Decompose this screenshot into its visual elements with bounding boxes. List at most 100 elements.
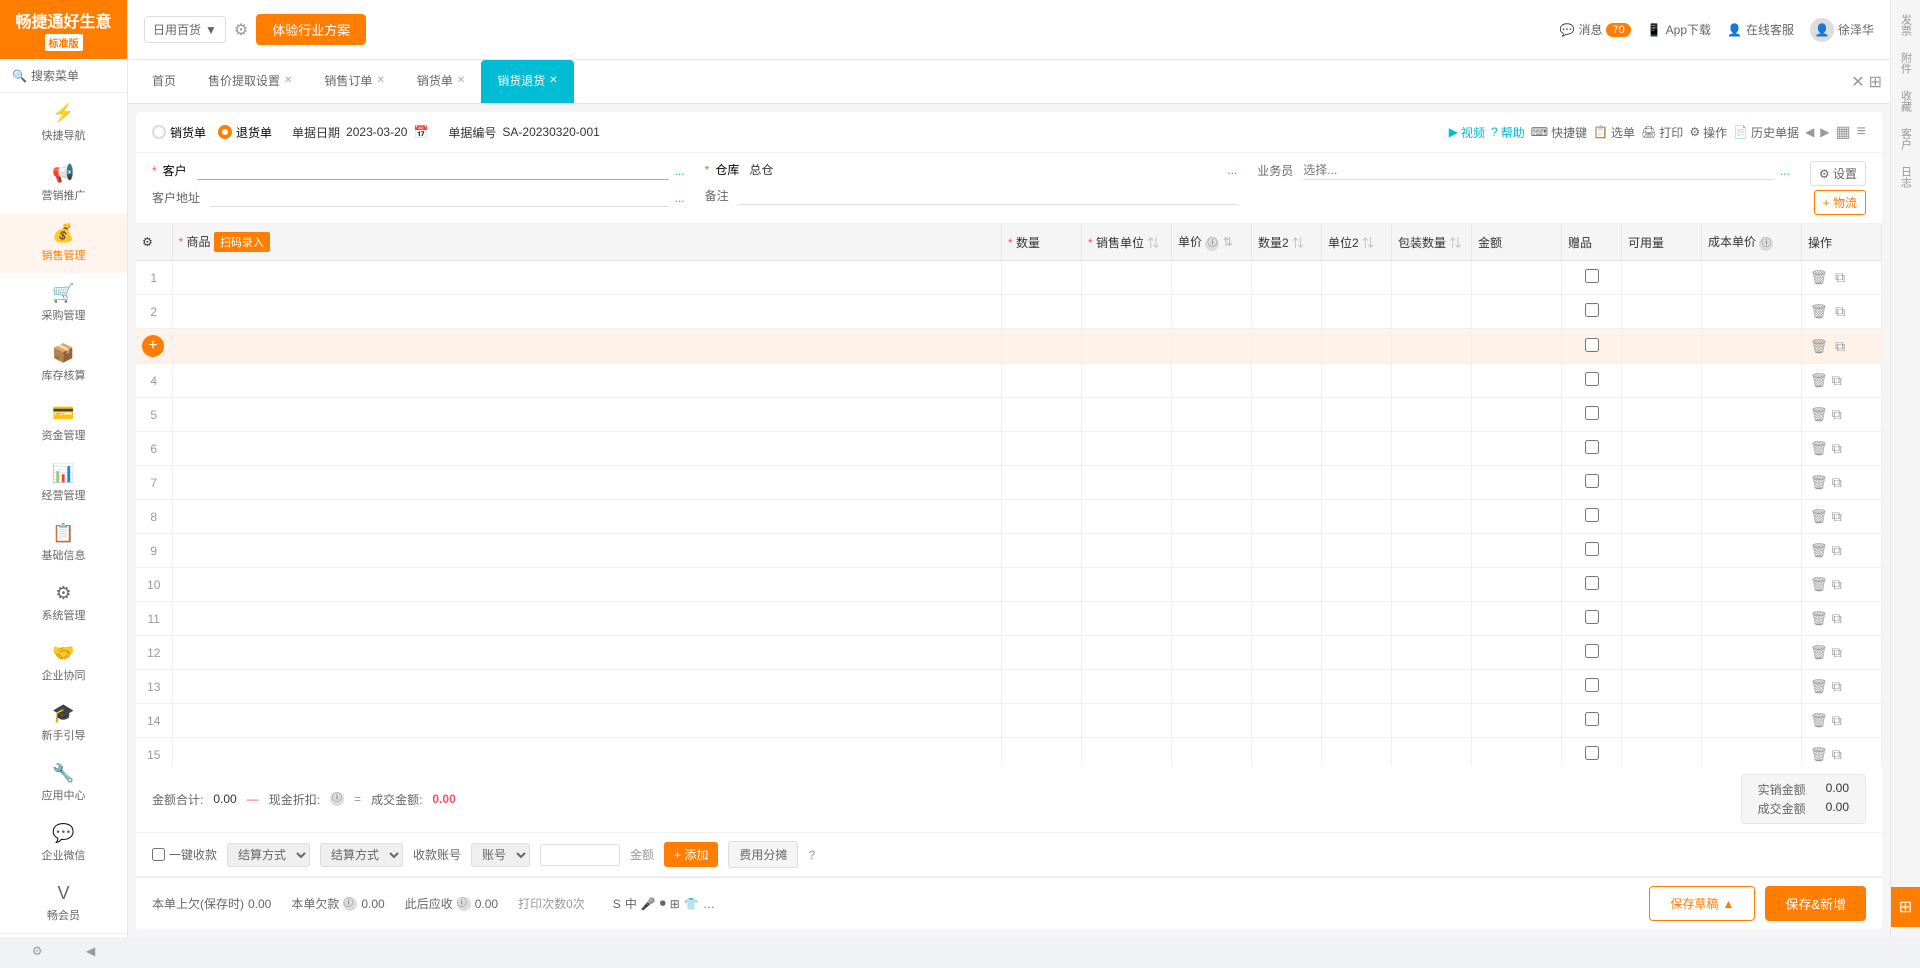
gift-cell-2[interactable] <box>1562 295 1622 329</box>
sidebar-item-purchase[interactable]: 🛒 采购管理 <box>0 273 127 333</box>
gift-checkbox-14[interactable] <box>1585 712 1599 726</box>
right-sidebar-favorite[interactable]: 收藏 <box>1898 86 1914 116</box>
product-input-2[interactable] <box>179 305 996 319</box>
copy-btn-5[interactable]: ⧉ <box>1830 404 1844 425</box>
warehouse-select-btn[interactable]: ... <box>1227 163 1237 177</box>
tool-record-icon[interactable]: ⏺ <box>660 896 666 911</box>
copy-btn-4[interactable]: ⧉ <box>1830 370 1844 391</box>
qty-cell-3[interactable] <box>1002 329 1082 364</box>
tab-sale-return-close[interactable]: ✕ <box>549 75 557 86</box>
gift-checkbox-5[interactable] <box>1585 406 1599 420</box>
gift-checkbox-15[interactable] <box>1585 746 1599 760</box>
single-debt-info-icon[interactable]: ⓘ <box>343 897 357 911</box>
action-history[interactable]: 📄 历史单据 <box>1733 124 1799 141</box>
message-item[interactable]: 💬 消息 70 <box>1559 21 1630 38</box>
product-input-1[interactable] <box>179 271 996 285</box>
online-service-item[interactable]: 👤 在线客服 <box>1727 21 1794 38</box>
delete-btn-6[interactable]: 🗑 <box>1808 438 1830 459</box>
price-info-icon[interactable]: ⓘ <box>1205 237 1219 251</box>
customer-select-btn[interactable]: ... <box>675 164 685 178</box>
payment-amount-input[interactable] <box>540 844 620 866</box>
delete-btn-2[interactable]: 🗑 <box>1808 301 1830 322</box>
right-sidebar-invoice[interactable]: 发票 <box>1898 10 1914 40</box>
tab-sale-price-close[interactable]: ✕ <box>284 75 292 86</box>
gift-checkbox-3[interactable] <box>1585 338 1599 352</box>
th-sort-icon[interactable]: ⇅ <box>1147 236 1159 250</box>
delete-btn-15[interactable]: 🗑 <box>1808 744 1830 765</box>
delete-btn-9[interactable]: 🗑 <box>1808 540 1830 561</box>
tab-sale-delivery-close[interactable]: ✕ <box>457 75 465 86</box>
right-sidebar-customer[interactable]: 客户 <box>1898 124 1914 154</box>
amount-cell-1[interactable] <box>1472 261 1562 295</box>
tool-mic-icon[interactable]: 🎤 <box>641 897 656 911</box>
amount-cell-2[interactable] <box>1472 295 1562 329</box>
radio-sale-return[interactable]: 退货单 <box>218 124 272 141</box>
sidebar-item-shortcuts[interactable]: ⚡ 快捷导航 <box>0 93 127 153</box>
gift-checkbox-11[interactable] <box>1585 610 1599 624</box>
nav-prev-btn[interactable]: ◀ <box>1805 125 1814 139</box>
tab-sale-return[interactable]: 销货退货 ✕ <box>481 60 573 103</box>
gift-cell-1[interactable] <box>1562 261 1622 295</box>
product-cell-3[interactable] <box>172 329 1002 364</box>
save-draft-button[interactable]: 保存草稿 ▲ <box>1649 886 1755 921</box>
tool-table-icon[interactable]: ⊞ <box>670 897 680 911</box>
tool-extra-icon[interactable]: … <box>703 897 715 911</box>
exp-button[interactable]: 体验行业方案 <box>256 14 366 45</box>
list-view-btn[interactable]: ≡ <box>1857 123 1866 141</box>
pkg-cell-1[interactable] <box>1392 261 1472 295</box>
add-payment-button[interactable]: + 添加 <box>664 842 718 867</box>
delete-btn-12[interactable]: 🗑 <box>1808 642 1830 663</box>
receivable-info-icon[interactable]: ⓘ <box>457 897 471 911</box>
expand-btn[interactable]: ⊞ <box>1869 72 1882 92</box>
staff-select-btn[interactable]: ... <box>1780 164 1790 178</box>
note-input[interactable] <box>739 186 1238 205</box>
unit-cell-3[interactable] <box>1082 329 1172 364</box>
avail-cell-1[interactable] <box>1622 261 1702 295</box>
sidebar-item-system[interactable]: ⚙ 系统管理 <box>0 573 127 633</box>
gift-checkbox-4[interactable] <box>1585 372 1599 386</box>
pkg-cell-2[interactable] <box>1392 295 1472 329</box>
nav-next-btn[interactable]: ▶ <box>1820 125 1829 139</box>
price-cell-1[interactable] <box>1172 261 1252 295</box>
price-cell-3[interactable] <box>1172 329 1252 364</box>
action-select[interactable]: 📋 选单 <box>1593 124 1635 141</box>
account-select[interactable]: 账号 <box>471 843 530 867</box>
copy-btn-8[interactable]: ⧉ <box>1830 506 1844 527</box>
delete-btn-5[interactable]: 🗑 <box>1808 404 1830 425</box>
action-shortcut[interactable]: ⌨ 快捷键 <box>1531 124 1587 141</box>
sidebar-settings-btn[interactable]: ⚙ <box>32 944 43 958</box>
copy-btn-13[interactable]: ⧉ <box>1830 676 1844 697</box>
qty-cell-1[interactable] <box>1002 261 1082 295</box>
discount-info-icon[interactable]: ⓘ <box>330 792 344 806</box>
gift-checkbox-1[interactable] <box>1585 269 1599 283</box>
radio-sale-delivery[interactable]: 销货单 <box>152 124 206 141</box>
copy-btn-6[interactable]: ⧉ <box>1830 438 1844 459</box>
sidebar-item-sales[interactable]: 💰 销售管理 <box>0 213 127 273</box>
address-select-btn[interactable]: ... <box>675 191 685 205</box>
expense-split-button[interactable]: 费用分摊 <box>728 841 798 868</box>
delete-btn-1[interactable]: 🗑 <box>1808 267 1830 288</box>
one-click-payment[interactable]: 一键收款 <box>152 846 217 863</box>
logistics-button[interactable]: + 物流 <box>1814 190 1866 215</box>
right-sidebar-attachment[interactable]: 附件 <box>1898 48 1914 78</box>
product-input-3[interactable] <box>179 339 996 353</box>
sidebar-item-marketing[interactable]: 📢 营销推广 <box>0 153 127 213</box>
sidebar-item-member[interactable]: V 畅会员 <box>0 873 127 933</box>
unit-cell-2[interactable] <box>1082 295 1172 329</box>
gift-checkbox-12[interactable] <box>1585 644 1599 658</box>
cost-info-icon[interactable]: ⓘ <box>1759 237 1773 251</box>
copy-btn-2[interactable]: ⧉ <box>1833 301 1847 322</box>
app-download-item[interactable]: 📱 App下载 <box>1647 21 1711 38</box>
qty-cell-2[interactable] <box>1002 295 1082 329</box>
action-operate[interactable]: ⚙ 操作 <box>1689 124 1727 141</box>
copy-btn-9[interactable]: ⧉ <box>1830 540 1844 561</box>
cost-cell-1[interactable] <box>1702 261 1802 295</box>
payment-help-icon[interactable]: ? <box>808 848 815 862</box>
sidebar-item-finance[interactable]: 💳 资金管理 <box>0 393 127 453</box>
avail-cell-3[interactable] <box>1622 329 1702 364</box>
gift-checkbox-9[interactable] <box>1585 542 1599 556</box>
tool-s-icon[interactable]: S <box>613 897 621 911</box>
delete-btn-10[interactable]: 🗑 <box>1808 574 1830 595</box>
unit-cell-1[interactable] <box>1082 261 1172 295</box>
delete-btn-11[interactable]: 🗑 <box>1808 608 1830 629</box>
